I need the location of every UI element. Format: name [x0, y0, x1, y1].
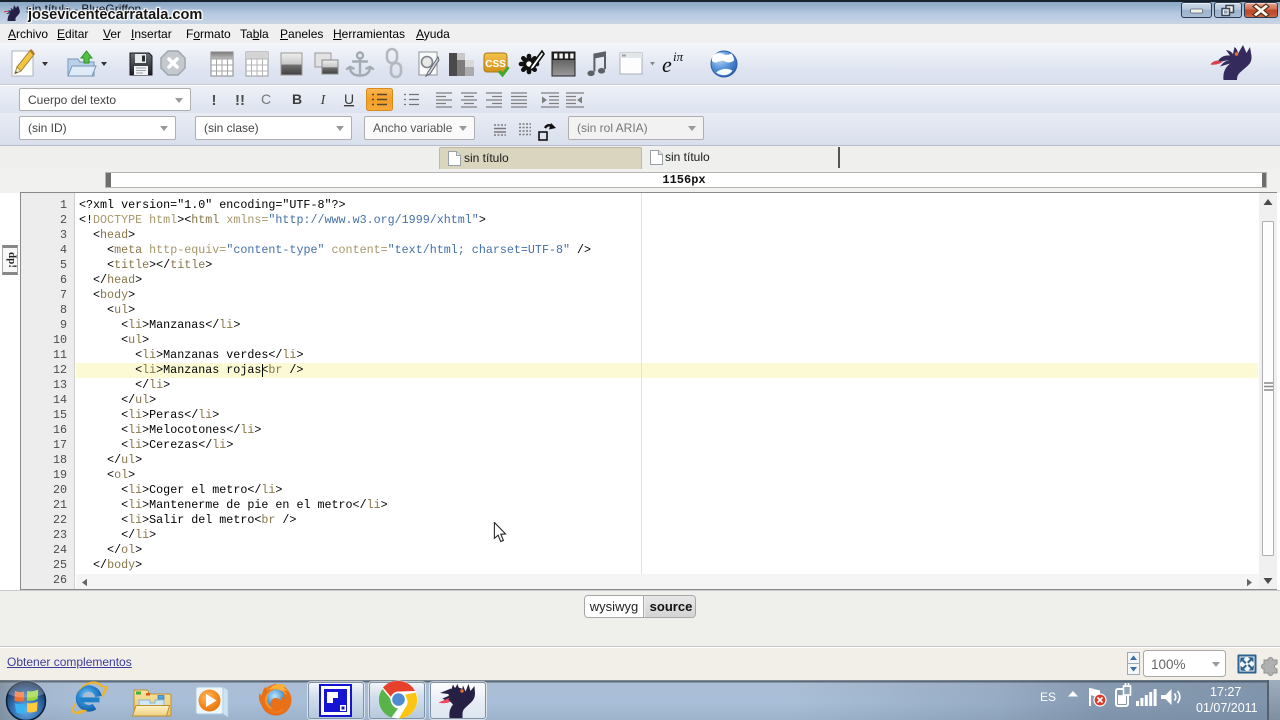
svg-text:!: ! — [212, 92, 217, 109]
svg-text:U: U — [344, 91, 354, 107]
svg-text:100%: 100% — [1151, 657, 1186, 672]
svg-text:B: B — [292, 91, 302, 107]
svg-text:!!: !! — [235, 92, 245, 109]
svg-text:e: e — [662, 52, 672, 77]
svg-text:C: C — [261, 91, 271, 107]
svg-text:CSS: CSS — [485, 59, 506, 70]
svg-text:I: I — [320, 93, 327, 108]
svg-text:iπ: iπ — [673, 49, 684, 64]
